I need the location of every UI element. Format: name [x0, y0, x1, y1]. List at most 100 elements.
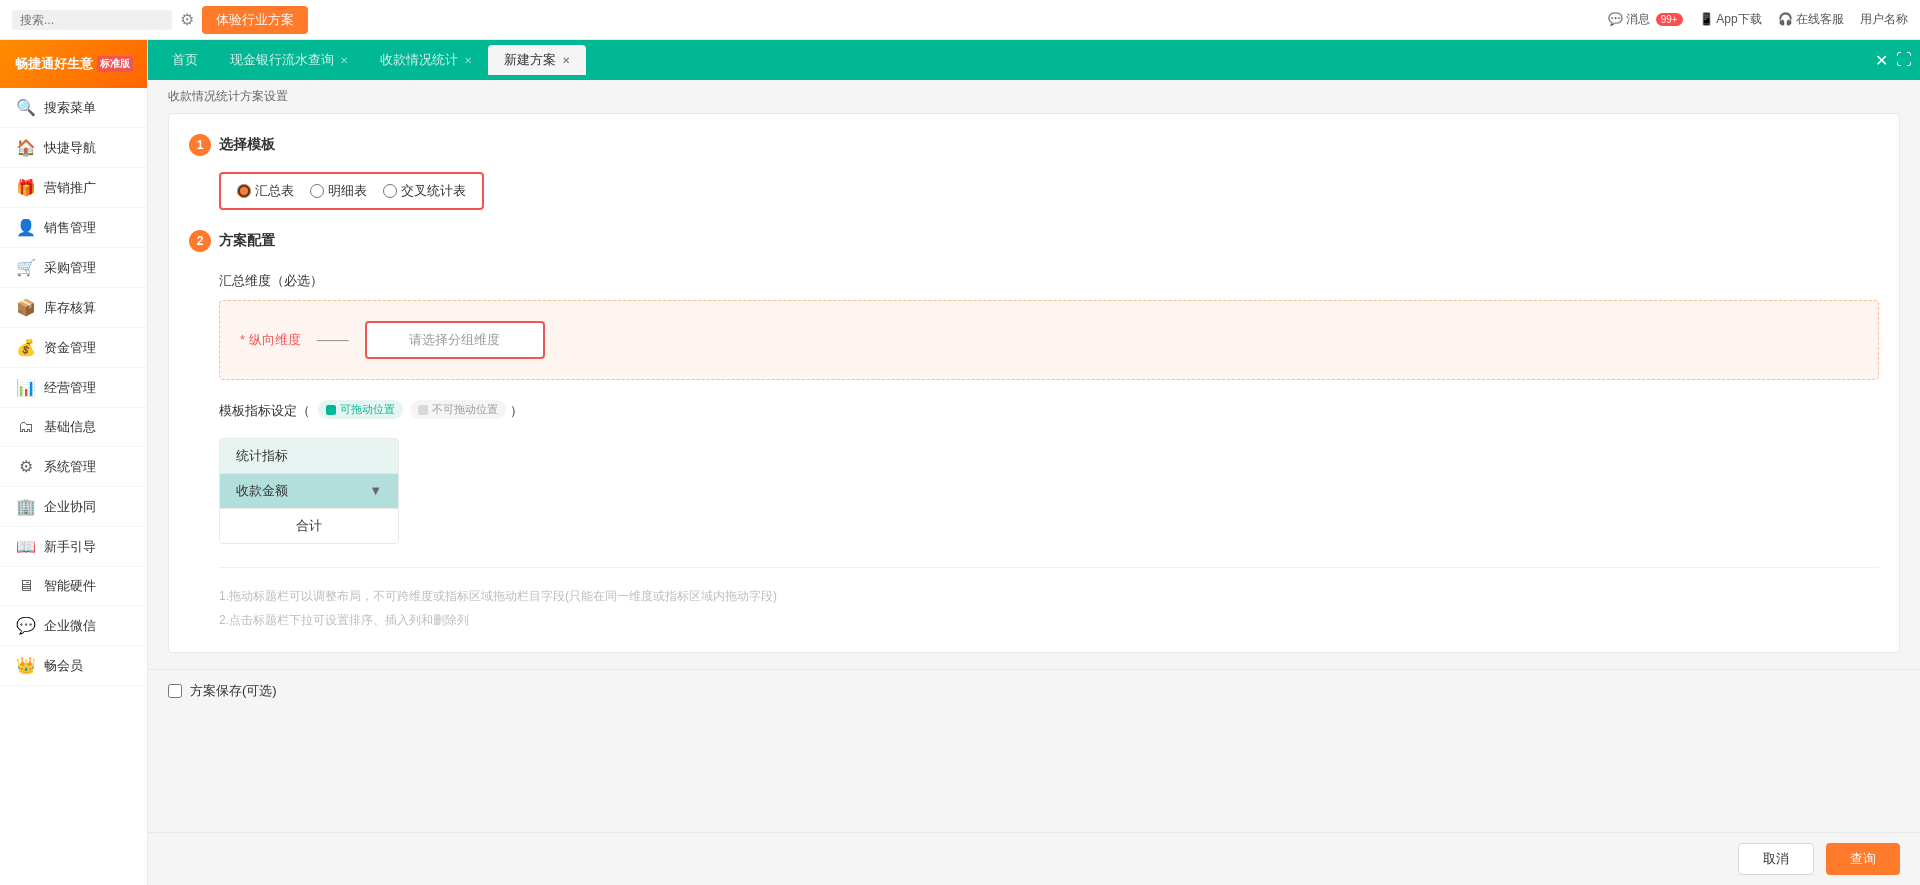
finance-icon: 💰 — [16, 338, 36, 357]
guide-icon: 📖 — [16, 537, 36, 556]
user-name[interactable]: 用户名称 — [1860, 11, 1908, 28]
gear-icon[interactable]: ⚙ — [180, 10, 194, 29]
cancel-button[interactable]: 取消 — [1738, 843, 1814, 875]
stats-dropdown-icon[interactable]: ▼ — [369, 483, 382, 498]
section1-title: 选择模板 — [219, 136, 275, 154]
sidebar-label-purchase: 采购管理 — [44, 259, 96, 277]
purchase-icon: 🛒 — [16, 258, 36, 277]
sidebar-label-finance: 资金管理 — [44, 339, 96, 357]
notification-icon: 💬 — [1608, 12, 1623, 26]
sidebar-item-system[interactable]: ⚙ 系统管理 — [0, 447, 147, 487]
query-button[interactable]: 查询 — [1826, 843, 1900, 875]
stats-row: 合计 — [220, 509, 398, 543]
draggable-badge: 可拖动位置 — [318, 400, 403, 419]
non-draggable-badge: 不可拖动位置 — [410, 400, 506, 419]
section2-num: 2 — [189, 230, 211, 252]
member-icon: 👑 — [16, 656, 36, 675]
sidebar-label-system: 系统管理 — [44, 458, 96, 476]
app-download[interactable]: 📱 App下载 — [1699, 11, 1762, 28]
sidebar-label-search-menu: 搜索菜单 — [44, 99, 96, 117]
sidebar-label-smart-hardware: 智能硬件 — [44, 577, 96, 595]
radio-summary-input[interactable] — [237, 184, 251, 198]
scheme-save-section: 方案保存(可选) — [148, 669, 1920, 712]
sidebar-item-member[interactable]: 👑 畅会员 — [0, 646, 147, 686]
template-selector-box: 汇总表 明细表 交叉统计表 — [219, 172, 484, 210]
sidebar-item-enterprise[interactable]: 🏢 企业协同 — [0, 487, 147, 527]
sidebar-item-operations[interactable]: 📊 经营管理 — [0, 368, 147, 408]
sidebar-item-sales[interactable]: 👤 销售管理 — [0, 208, 147, 248]
sidebar-label-sales: 销售管理 — [44, 219, 96, 237]
sidebar-label-enterprise: 企业协同 — [44, 498, 96, 516]
template-selector: 汇总表 明细表 交叉统计表 — [219, 172, 1879, 210]
wechat-icon: 💬 — [16, 616, 36, 635]
radio-detail-input[interactable] — [310, 184, 324, 198]
inventory-icon: 📦 — [16, 298, 36, 317]
sidebar-item-quick-nav[interactable]: 🏠 快捷导航 — [0, 128, 147, 168]
tab-new-scheme-close[interactable]: ✕ — [562, 55, 570, 66]
metrics-label: 模板指标设定（ 可拖动位置 不可拖动位置 ） — [219, 400, 1879, 420]
sidebar-label-quick-nav: 快捷导航 — [44, 139, 96, 157]
section1-num: 1 — [189, 134, 211, 156]
sidebar-item-smart-hardware[interactable]: 🖥 智能硬件 — [0, 567, 147, 606]
smart-hardware-icon: 🖥 — [16, 577, 36, 595]
sidebar-item-guide[interactable]: 📖 新手引导 — [0, 527, 147, 567]
tab-bank-flow-close[interactable]: ✕ — [340, 55, 348, 66]
online-service[interactable]: 🎧 在线客服 — [1778, 11, 1844, 28]
service-icon: 🎧 — [1778, 12, 1793, 26]
sidebar-label-guide: 新手引导 — [44, 538, 96, 556]
radio-group: 汇总表 明细表 交叉统计表 — [237, 182, 466, 200]
quick-nav-icon: 🏠 — [16, 138, 36, 157]
search-input[interactable] — [12, 10, 172, 30]
metrics-section: 模板指标设定（ 可拖动位置 不可拖动位置 ） — [219, 400, 1879, 547]
sidebar-item-base-info[interactable]: 🗂 基础信息 — [0, 408, 147, 447]
sidebar-item-finance[interactable]: 💰 资金管理 — [0, 328, 147, 368]
radio-summary[interactable]: 汇总表 — [237, 182, 294, 200]
sidebar-item-search-menu[interactable]: 🔍 搜索菜单 — [0, 88, 147, 128]
marketing-icon: 🎁 — [16, 178, 36, 197]
stats-table-header: 统计指标 — [220, 439, 398, 474]
sidebar-item-purchase[interactable]: 🛒 采购管理 — [0, 248, 147, 288]
config-section: 汇总维度（必选） * 纵向维度 —— 请选择分组维度 模板指标设定（ — [219, 272, 1879, 632]
operations-icon: 📊 — [16, 378, 36, 397]
tips-section: 1.拖动标题栏可以调整布局，不可跨维度或指标区域拖动栏目字段(只能在同一维度或指… — [219, 567, 1879, 632]
header-right: 💬 消息 99+ 📱 App下载 🎧 在线客服 用户名称 — [1608, 11, 1908, 28]
notification-area[interactable]: 💬 消息 99+ — [1608, 11, 1683, 28]
tips-text: 1.拖动标题栏可以调整布局，不可跨维度或指标区域拖动栏目字段(只能在同一维度或指… — [219, 584, 1879, 632]
tab-new-scheme[interactable]: 新建方案 ✕ — [488, 45, 586, 75]
tab-bank-flow[interactable]: 现金银行流水查询 ✕ — [214, 45, 364, 75]
dimension-selector[interactable]: 请选择分组维度 — [365, 321, 545, 359]
sidebar-logo: 畅捷通好生意 标准版 — [0, 40, 147, 88]
sales-icon: 👤 — [16, 218, 36, 237]
stats-column-header[interactable]: 收款金额 ▼ — [220, 474, 398, 509]
dimension-area: * 纵向维度 —— 请选择分组维度 — [219, 300, 1879, 380]
top-header: ⚙ 体验行业方案 💬 消息 99+ 📱 App下载 🎧 在线客服 用户名称 — [0, 0, 1920, 40]
content-area: 首页 现金银行流水查询 ✕ 收款情况统计 ✕ 新建方案 ✕ ✕ ⛶ — [148, 40, 1920, 885]
tab-home[interactable]: 首页 — [156, 45, 214, 75]
base-info-icon: 🗂 — [16, 418, 36, 436]
tab-maximize-icon[interactable]: ⛶ — [1896, 51, 1912, 70]
tab-collection-stats-close[interactable]: ✕ — [464, 55, 472, 66]
header-left: ⚙ 体验行业方案 — [12, 6, 308, 34]
sidebar-item-inventory[interactable]: 📦 库存核算 — [0, 288, 147, 328]
notification-label: 消息 — [1626, 12, 1650, 26]
section2-title: 方案配置 — [219, 232, 275, 250]
sidebar-label-marketing: 营销推广 — [44, 179, 96, 197]
sidebar-item-marketing[interactable]: 🎁 营销推广 — [0, 168, 147, 208]
trial-button[interactable]: 体验行业方案 — [202, 6, 308, 34]
summary-dimension-label: 汇总维度（必选） — [219, 272, 1879, 290]
section1-header: 1 选择模板 — [189, 134, 1879, 156]
scheme-save-label: 方案保存(可选) — [190, 682, 277, 700]
breadcrumb: 收款情况统计方案设置 — [148, 80, 1920, 113]
radio-cross[interactable]: 交叉统计表 — [383, 182, 466, 200]
system-icon: ⚙ — [16, 457, 36, 476]
tab-bar-actions: ✕ ⛶ — [1875, 51, 1912, 70]
scheme-save-checkbox[interactable] — [168, 684, 182, 698]
tab-collection-stats[interactable]: 收款情况统计 ✕ — [364, 45, 488, 75]
sidebar-item-wechat[interactable]: 💬 企业微信 — [0, 606, 147, 646]
radio-cross-input[interactable] — [383, 184, 397, 198]
form-card: 1 选择模板 汇总表 明细表 — [168, 113, 1900, 653]
tab-close-all-icon[interactable]: ✕ — [1875, 51, 1888, 70]
radio-detail[interactable]: 明细表 — [310, 182, 367, 200]
sidebar: 畅捷通好生意 标准版 🔍 搜索菜单 🏠 快捷导航 🎁 营销推广 👤 销售管理 🛒… — [0, 40, 148, 885]
enterprise-icon: 🏢 — [16, 497, 36, 516]
